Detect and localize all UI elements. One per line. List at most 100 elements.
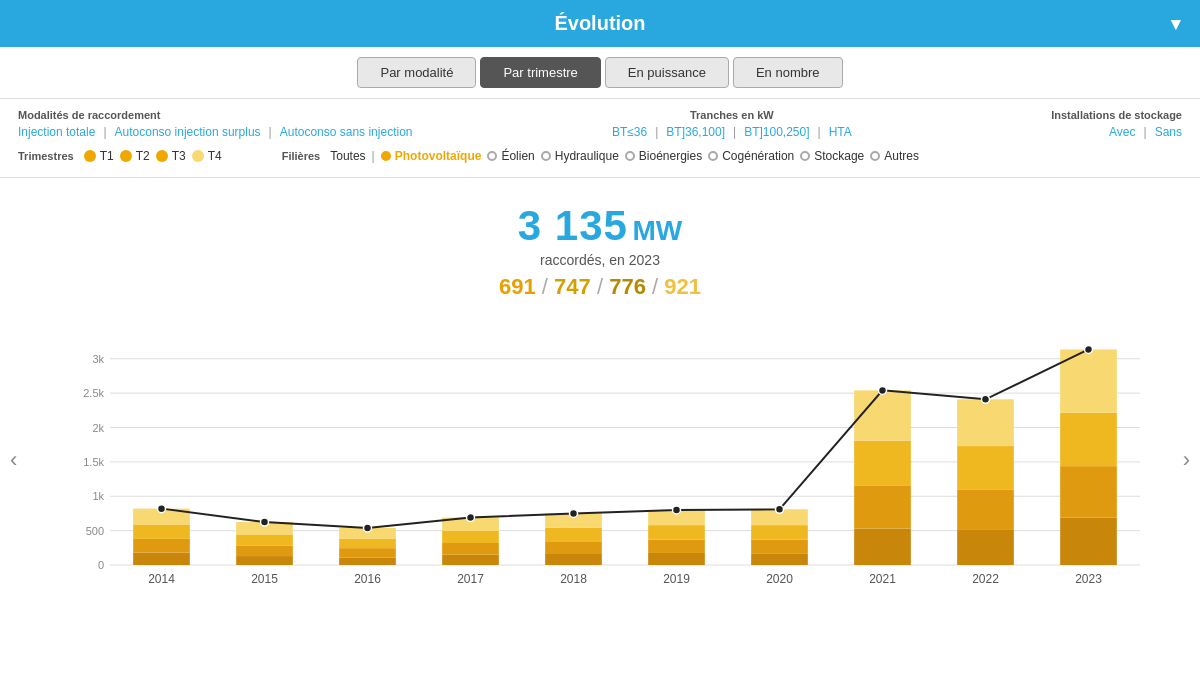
svg-text:0: 0 xyxy=(98,559,104,571)
filter-injection-totale[interactable]: Injection totale xyxy=(18,125,95,139)
svg-rect-25 xyxy=(339,548,396,557)
svg-text:2020: 2020 xyxy=(766,572,793,586)
filter-autoconso-injection[interactable]: Autoconso injection surplus xyxy=(115,125,261,139)
filiere-hydraulique[interactable]: Hydraulique xyxy=(541,149,619,163)
svg-rect-55 xyxy=(957,489,1014,530)
tab-bar: Par modalité Par trimestre En puissance … xyxy=(0,47,1200,99)
filter-modalites-label: Modalités de raccordement xyxy=(18,109,412,121)
svg-point-69 xyxy=(673,506,681,514)
trim-t1-label: T1 xyxy=(100,149,114,163)
trim-t3[interactable]: T3 xyxy=(156,149,186,163)
filiere-autres[interactable]: Autres xyxy=(870,149,919,163)
filiere-photovoltaique[interactable]: Photovoltaïque xyxy=(381,149,482,163)
filiere-toutes-label: Toutes xyxy=(330,149,365,163)
tab-nombre[interactable]: En nombre xyxy=(733,57,843,88)
svg-rect-41 xyxy=(648,525,705,539)
svg-rect-39 xyxy=(648,553,705,565)
svg-rect-15 xyxy=(133,539,190,553)
svg-rect-34 xyxy=(545,554,602,565)
trim-t4-label: T4 xyxy=(208,149,222,163)
svg-rect-36 xyxy=(545,528,602,541)
header-chevron[interactable]: ▾ xyxy=(1171,13,1180,35)
filiere-cogeneration[interactable]: Cogénération xyxy=(708,149,794,163)
svg-text:2023: 2023 xyxy=(1075,572,1102,586)
filter-stockage-items: Avec | Sans xyxy=(1051,125,1182,139)
tab-puissance[interactable]: En puissance xyxy=(605,57,729,88)
filters-bottom-row: Trimestres T1 T2 T3 T4 Filières Toutes xyxy=(18,145,1182,163)
filiere-eolien-label: Éolien xyxy=(501,149,534,163)
quarterly-t4: 921 xyxy=(664,274,701,299)
nav-left[interactable]: ‹ xyxy=(10,447,17,473)
filiere-stockage[interactable]: Stockage xyxy=(800,149,864,163)
filter-sans[interactable]: Sans xyxy=(1155,125,1182,139)
trim-t4[interactable]: T4 xyxy=(192,149,222,163)
trim-t2[interactable]: T2 xyxy=(120,149,150,163)
main-sub: raccordés, en 2023 xyxy=(0,252,1200,268)
svg-rect-45 xyxy=(751,540,808,554)
tab-modalite[interactable]: Par modalité xyxy=(357,57,476,88)
svg-rect-49 xyxy=(854,529,911,565)
filiere-bioenergies[interactable]: Bioénergies xyxy=(625,149,702,163)
quarterly-values: 691 / 747 / 776 / 921 xyxy=(0,274,1200,300)
filiere-stockage-label: Stockage xyxy=(814,149,864,163)
svg-rect-24 xyxy=(339,557,396,565)
svg-rect-40 xyxy=(648,540,705,553)
filter-stockage: Installations de stockage Avec | Sans xyxy=(1051,109,1182,139)
svg-point-72 xyxy=(982,395,990,403)
filter-bt36-100[interactable]: BT]36,100] xyxy=(666,125,725,139)
svg-point-70 xyxy=(776,505,784,513)
filter-bt100-250[interactable]: BT]100,250] xyxy=(744,125,809,139)
trim-t3-label: T3 xyxy=(172,149,186,163)
filter-autoconso-sans[interactable]: Autoconso sans injection xyxy=(280,125,413,139)
filiere-toutes[interactable]: Toutes xyxy=(330,149,365,163)
svg-rect-14 xyxy=(133,553,190,565)
svg-point-68 xyxy=(570,509,578,517)
filter-bt36[interactable]: BT≤36 xyxy=(612,125,647,139)
svg-point-67 xyxy=(467,514,475,522)
filiere-autres-dot xyxy=(870,151,880,161)
filter-modalites-items: Injection totale | Autoconso injection s… xyxy=(18,125,412,139)
trimestres-row: Trimestres T1 T2 T3 T4 xyxy=(18,149,222,163)
filter-avec[interactable]: Avec xyxy=(1109,125,1135,139)
filiere-eolien[interactable]: Éolien xyxy=(487,149,534,163)
main-unit: MW xyxy=(632,215,682,246)
trim-t2-label: T2 xyxy=(136,149,150,163)
svg-rect-29 xyxy=(442,555,499,565)
filiere-cogeneration-dot xyxy=(708,151,718,161)
svg-point-66 xyxy=(364,524,372,532)
filiere-bioenergies-dot xyxy=(625,151,635,161)
svg-text:2016: 2016 xyxy=(354,572,381,586)
filters-top-row: Modalités de raccordement Injection tota… xyxy=(18,109,1182,139)
filiere-pv-label: Photovoltaïque xyxy=(395,149,482,163)
svg-text:500: 500 xyxy=(86,525,104,537)
tab-trimestre[interactable]: Par trimestre xyxy=(480,57,600,88)
svg-rect-46 xyxy=(751,525,808,539)
svg-rect-57 xyxy=(957,399,1014,446)
svg-rect-56 xyxy=(957,446,1014,489)
svg-rect-52 xyxy=(854,390,911,440)
svg-rect-31 xyxy=(442,531,499,543)
quarterly-t3: 776 xyxy=(609,274,646,299)
svg-rect-51 xyxy=(854,441,911,486)
filiere-hydraulique-dot xyxy=(541,151,551,161)
svg-rect-44 xyxy=(751,553,808,565)
filieres-row: Filières Toutes | Photovoltaïque Éolien … xyxy=(282,149,1182,163)
filiere-hydraulique-label: Hydraulique xyxy=(555,149,619,163)
nav-right[interactable]: › xyxy=(1183,447,1190,473)
svg-text:2021: 2021 xyxy=(869,572,896,586)
quarterly-t2: 747 xyxy=(554,274,591,299)
svg-point-71 xyxy=(879,386,887,394)
svg-text:2014: 2014 xyxy=(148,572,175,586)
filiere-bioenergies-label: Bioénergies xyxy=(639,149,702,163)
page-header: Évolution ▾ xyxy=(0,0,1200,47)
filiere-eolien-dot xyxy=(487,151,497,161)
svg-rect-50 xyxy=(854,486,911,529)
svg-rect-59 xyxy=(1060,517,1117,565)
filter-hta[interactable]: HTA xyxy=(829,125,852,139)
svg-text:2k: 2k xyxy=(92,422,104,434)
filiere-cogeneration-label: Cogénération xyxy=(722,149,794,163)
trim-t1[interactable]: T1 xyxy=(84,149,114,163)
svg-rect-61 xyxy=(1060,413,1117,466)
filter-stockage-label: Installations de stockage xyxy=(1051,109,1182,121)
filiere-stockage-dot xyxy=(800,151,810,161)
